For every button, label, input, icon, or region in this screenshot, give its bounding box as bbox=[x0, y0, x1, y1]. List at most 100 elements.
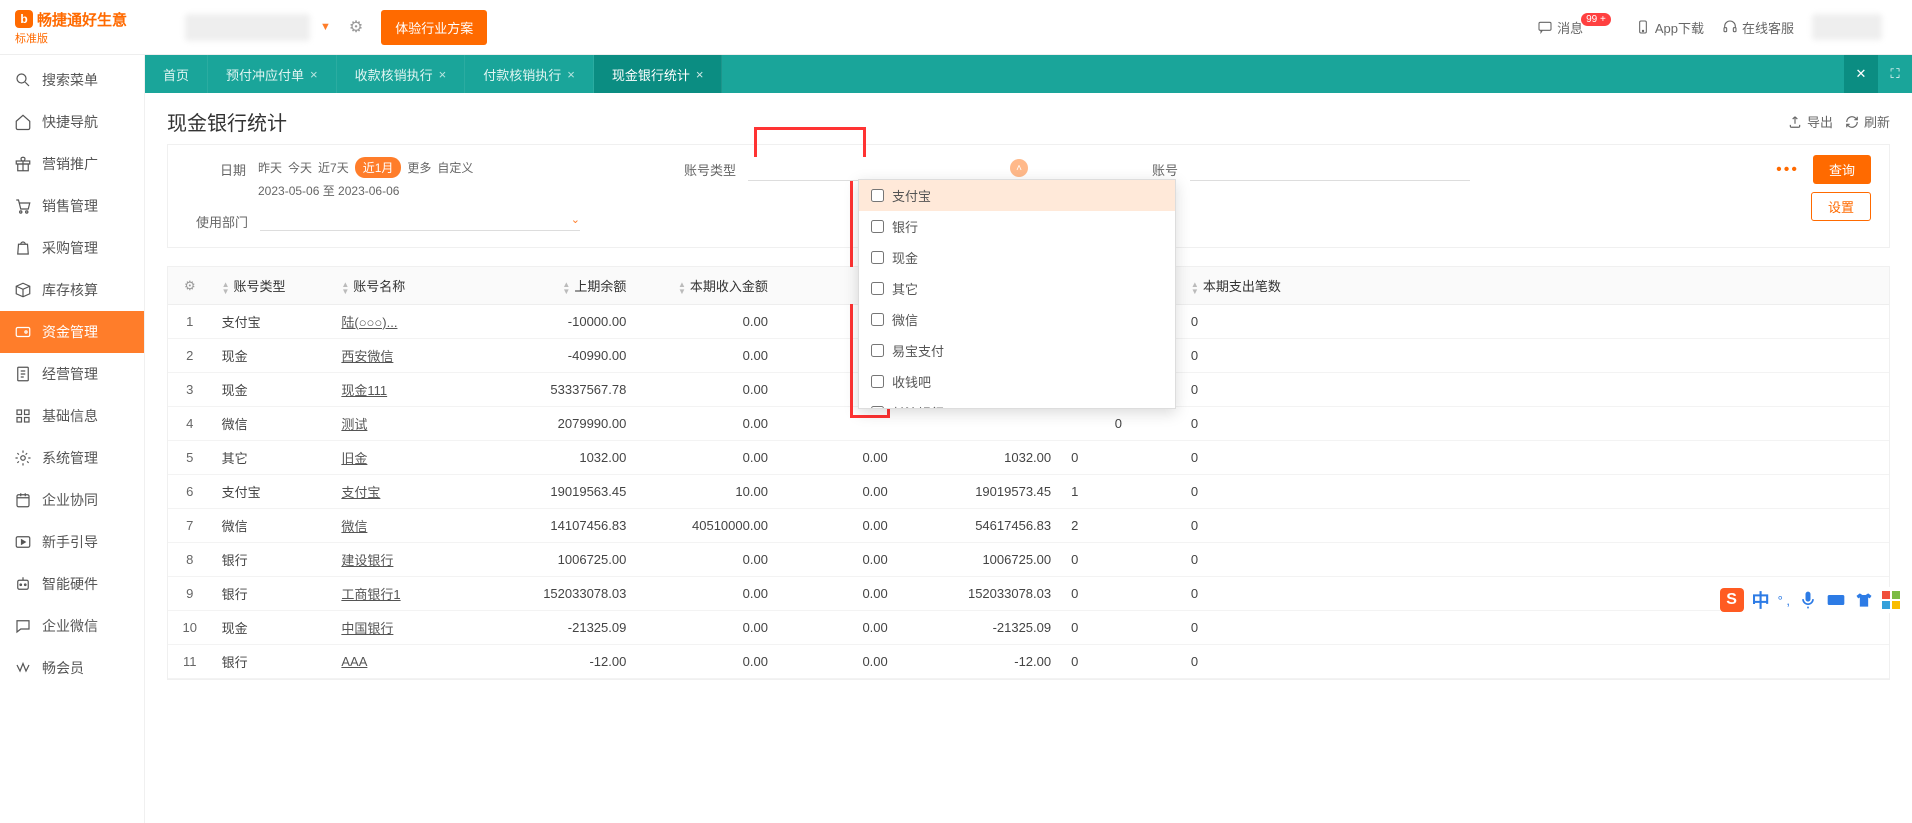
sort-icon[interactable]: ▲▼ bbox=[222, 281, 230, 295]
try-industry-button[interactable]: 体验行业方案 bbox=[381, 10, 487, 45]
sidebar-item-14[interactable]: 畅会员 bbox=[0, 647, 144, 689]
tab-1[interactable]: 预付冲应付单× bbox=[208, 55, 337, 93]
acct-name-link[interactable]: 微信 bbox=[341, 519, 367, 534]
dropdown-checkbox[interactable] bbox=[871, 189, 884, 202]
tab-4[interactable]: 现金银行统计× bbox=[594, 55, 723, 93]
more-filters-icon[interactable]: ••• bbox=[1776, 161, 1799, 179]
dropdown-checkbox[interactable] bbox=[871, 282, 884, 295]
dropdown-checkbox[interactable] bbox=[871, 313, 884, 326]
chat-icon bbox=[14, 617, 32, 635]
date-opt[interactable]: 昨天 bbox=[258, 159, 282, 176]
dropdown-checkbox[interactable] bbox=[871, 406, 884, 408]
apps-icon[interactable] bbox=[1882, 591, 1900, 609]
tab-2[interactable]: 收款核销执行× bbox=[337, 55, 466, 93]
sidebar-item-9[interactable]: 系统管理 bbox=[0, 437, 144, 479]
gear-icon[interactable]: ⚙ bbox=[349, 17, 363, 37]
close-icon[interactable]: × bbox=[567, 67, 575, 82]
dropdown-item[interactable]: 微信 bbox=[859, 304, 1175, 335]
dropdown-item[interactable]: 现金 bbox=[859, 242, 1175, 273]
refresh-button[interactable]: 刷新 bbox=[1845, 112, 1890, 131]
date-opt-active[interactable]: 近1月 bbox=[355, 157, 402, 178]
brand-subtitle: 标准版 bbox=[15, 30, 48, 46]
dropdown-item[interactable]: 收钱吧 bbox=[859, 366, 1175, 397]
cell-income: 40510000.00 bbox=[636, 509, 778, 543]
sidebar-item-8[interactable]: 基础信息 bbox=[0, 395, 144, 437]
user-avatar-blurred[interactable] bbox=[1812, 14, 1882, 40]
acct-name-link[interactable]: AAA bbox=[341, 654, 367, 669]
sort-icon[interactable]: ▲▼ bbox=[1191, 281, 1199, 295]
app-download-link[interactable]: App下载 bbox=[1635, 18, 1704, 37]
close-icon[interactable]: × bbox=[310, 67, 318, 82]
tab-0[interactable]: 首页 bbox=[145, 55, 208, 93]
acct-name-link[interactable]: 西安微信 bbox=[341, 349, 393, 364]
acct-type-input[interactable] bbox=[748, 157, 1028, 181]
fullscreen-button[interactable]: ⛶ bbox=[1878, 55, 1912, 93]
keyboard-icon[interactable] bbox=[1826, 590, 1846, 610]
sidebar-item-5[interactable]: 库存核算 bbox=[0, 269, 144, 311]
mic-icon[interactable] bbox=[1798, 590, 1818, 610]
acct-name-link[interactable]: 中国银行 bbox=[341, 621, 393, 636]
sidebar-item-0[interactable]: 搜索菜单 bbox=[0, 59, 144, 101]
table-settings-header[interactable]: ⚙ bbox=[168, 267, 212, 305]
table-header[interactable]: ▲▼本期收入金额 bbox=[636, 267, 778, 305]
sidebar-item-12[interactable]: 智能硬件 bbox=[0, 563, 144, 605]
ime-punct-icon[interactable]: ° , bbox=[1778, 593, 1790, 608]
date-opt[interactable]: 更多 bbox=[407, 159, 431, 176]
acct-name-link[interactable]: 陆(○○○)... bbox=[341, 315, 397, 330]
dept-select[interactable]: ⌄ bbox=[260, 209, 580, 231]
acct-name-link[interactable]: 支付宝 bbox=[341, 485, 380, 500]
export-button[interactable]: 导出 bbox=[1788, 112, 1833, 131]
dropdown-checkbox[interactable] bbox=[871, 344, 884, 357]
table-header[interactable]: ▲▼上期余额 bbox=[495, 267, 637, 305]
shirt-icon[interactable] bbox=[1854, 590, 1874, 610]
dropdown-item[interactable]: 银行 bbox=[859, 211, 1175, 242]
close-icon[interactable]: × bbox=[439, 67, 447, 82]
sidebar-item-10[interactable]: 企业协同 bbox=[0, 479, 144, 521]
sidebar-item-11[interactable]: 新手引导 bbox=[0, 521, 144, 563]
table-header[interactable]: ▲▼账号类型 bbox=[212, 267, 332, 305]
acct-name-link[interactable]: 建设银行 bbox=[341, 553, 393, 568]
acct-name-link[interactable]: 旧金 bbox=[341, 451, 367, 466]
ime-lang-label[interactable]: 中 bbox=[1752, 587, 1770, 613]
sidebar-item-4[interactable]: 采购管理 bbox=[0, 227, 144, 269]
sort-icon[interactable]: ▲▼ bbox=[341, 281, 349, 295]
company-selector[interactable]: ▼ ⚙ 体验行业方案 bbox=[185, 10, 487, 45]
sogou-icon[interactable]: S bbox=[1720, 588, 1744, 612]
cell-c6: 54617456.83 bbox=[898, 509, 1061, 543]
sidebar-item-13[interactable]: 企业微信 bbox=[0, 605, 144, 647]
search-button[interactable]: 查询 bbox=[1813, 155, 1871, 184]
sidebar-item-2[interactable]: 营销推广 bbox=[0, 143, 144, 185]
table-header[interactable]: ▲▼账号名称 bbox=[331, 267, 494, 305]
dropdown-checkbox[interactable] bbox=[871, 251, 884, 264]
acct-type-expand-icon[interactable]: ˄ bbox=[1010, 159, 1028, 177]
close-tab-button[interactable]: ✕ bbox=[1844, 55, 1878, 93]
acct-name-link[interactable]: 现金111 bbox=[341, 383, 387, 398]
online-service-link[interactable]: 在线客服 bbox=[1722, 18, 1794, 37]
dropdown-item[interactable]: 支付宝 bbox=[859, 180, 1175, 211]
cell-prev: -21325.09 bbox=[495, 611, 637, 645]
sidebar-item-6[interactable]: 资金管理 bbox=[0, 311, 144, 353]
acct-input[interactable] bbox=[1190, 157, 1470, 181]
messages-link[interactable]: 消息 99 + bbox=[1537, 18, 1617, 37]
date-opt[interactable]: 今天 bbox=[288, 159, 312, 176]
dropdown-item[interactable]: 易宝支付 bbox=[859, 335, 1175, 366]
close-icon[interactable]: × bbox=[696, 67, 704, 82]
table-header[interactable]: ▲▼本期支出笔数 bbox=[1181, 267, 1889, 305]
sidebar-item-1[interactable]: 快捷导航 bbox=[0, 101, 144, 143]
dropdown-item[interactable]: 长沙银行 bbox=[859, 397, 1175, 408]
settings-button[interactable]: 设置 bbox=[1811, 192, 1871, 221]
sort-icon[interactable]: ▲▼ bbox=[562, 281, 570, 295]
ime-toolbar[interactable]: S 中 ° , bbox=[1720, 587, 1900, 613]
sidebar-item-3[interactable]: 销售管理 bbox=[0, 185, 144, 227]
dropdown-item[interactable]: 其它 bbox=[859, 273, 1175, 304]
date-label: 日期 bbox=[196, 157, 246, 179]
date-opt[interactable]: 近7天 bbox=[318, 159, 349, 176]
sidebar-item-7[interactable]: 经营管理 bbox=[0, 353, 144, 395]
date-opt[interactable]: 自定义 bbox=[437, 159, 473, 176]
acct-name-link[interactable]: 工商银行1 bbox=[341, 587, 400, 602]
dropdown-checkbox[interactable] bbox=[871, 375, 884, 388]
acct-name-link[interactable]: 测试 bbox=[341, 417, 367, 432]
dropdown-checkbox[interactable] bbox=[871, 220, 884, 233]
tab-3[interactable]: 付款核销执行× bbox=[465, 55, 594, 93]
sort-icon[interactable]: ▲▼ bbox=[678, 281, 686, 295]
